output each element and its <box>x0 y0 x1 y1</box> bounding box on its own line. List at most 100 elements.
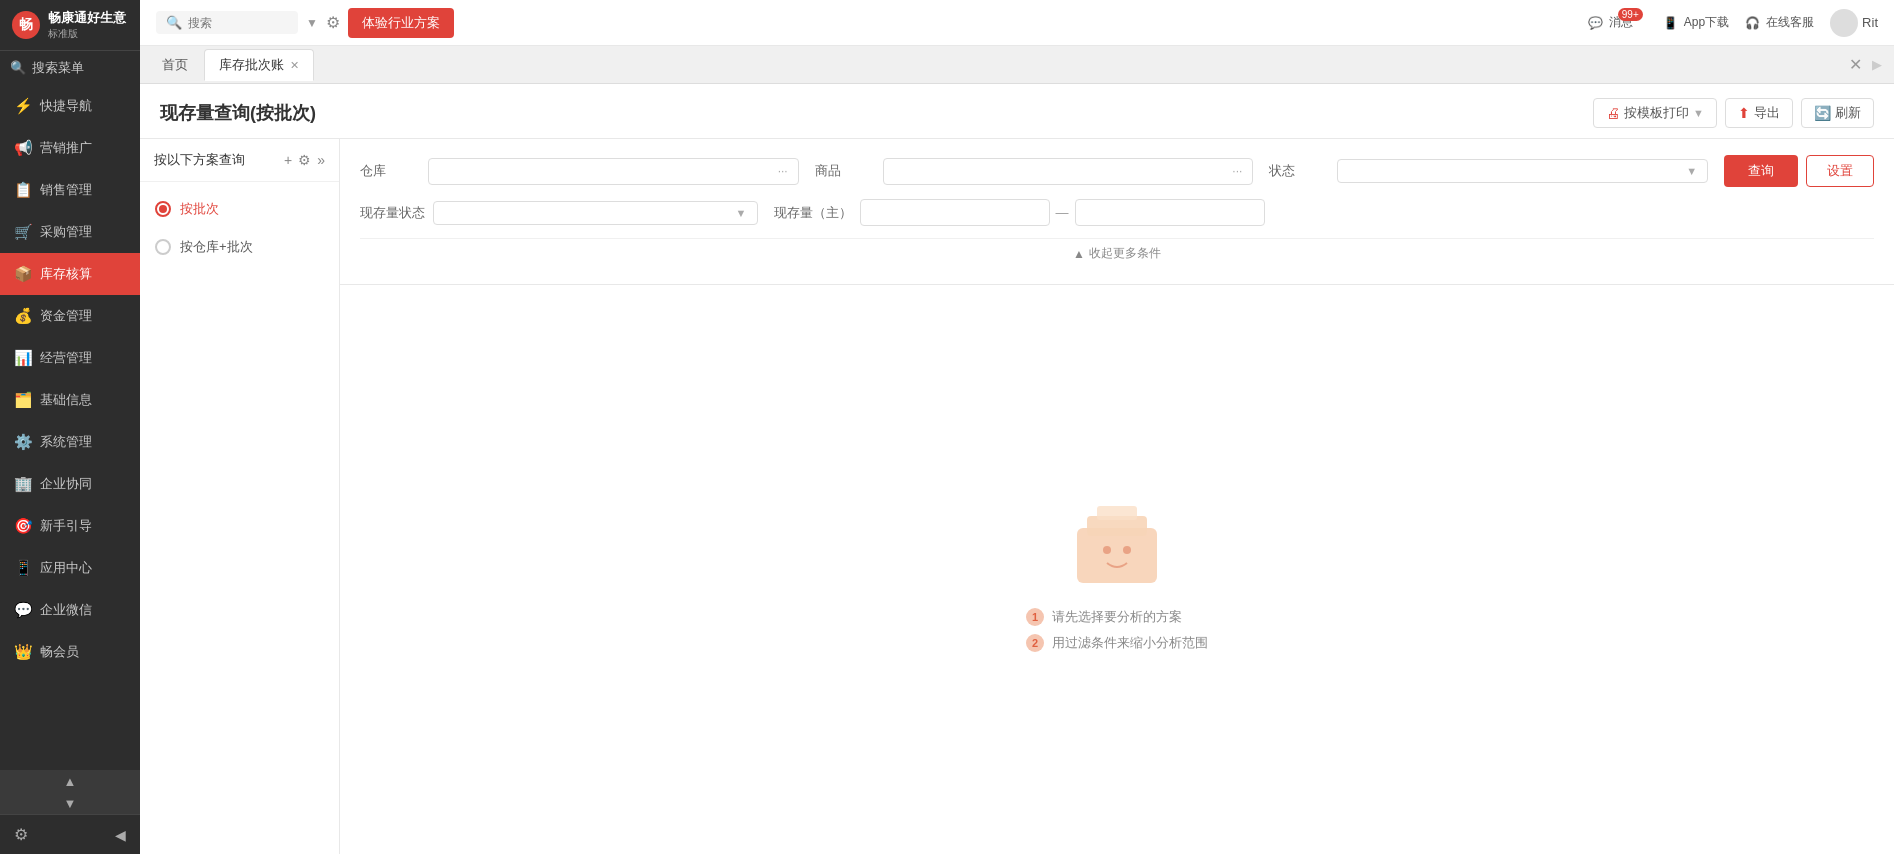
warehouse-input[interactable]: ··· <box>428 158 799 185</box>
sidebar-scroll-up[interactable]: ▲ <box>0 770 140 792</box>
stock-qty-min-input[interactable] <box>860 199 1050 226</box>
stock-qty-max-input[interactable] <box>1075 199 1265 226</box>
filter-item-active-icon <box>154 200 172 218</box>
filter-item-by-batch[interactable]: 按批次 <box>140 190 339 228</box>
sidebar-scroll-down[interactable]: ▼ <box>0 792 140 814</box>
topbar-dropdown-arrow[interactable]: ▼ <box>306 16 318 30</box>
status-select[interactable]: ▼ <box>1337 159 1708 183</box>
stock-qty-range: — <box>860 199 1265 226</box>
results-area: 1 请先选择要分析的方案 2 用过滤条件来缩小分析范围 <box>340 285 1894 854</box>
sidebar-item-purchase[interactable]: 🛒 采购管理 <box>0 211 140 253</box>
query-row-2: 现存量状态 ▼ 现存量（主） <box>360 199 1874 226</box>
collapse-more-button[interactable]: ▲ 收起更多条件 <box>360 238 1874 268</box>
filter-item-by-warehouse-batch[interactable]: 按仓库+批次 <box>140 228 339 266</box>
sidebar-item-sales[interactable]: 📋 销售管理 <box>0 169 140 211</box>
sidebar-item-finance[interactable]: 💰 资金管理 <box>0 295 140 337</box>
sidebar-item-system[interactable]: ⚙️ 系统管理 <box>0 421 140 463</box>
hint-2-text: 用过滤条件来缩小分析范围 <box>1052 634 1208 652</box>
marketing-icon: 📢 <box>14 139 32 157</box>
content-area: 现存量查询(按批次) 🖨 按模板打印 ▼ ⬆ 导出 🔄 <box>140 84 1894 854</box>
sidebar-search[interactable]: 🔍 搜索菜单 <box>0 51 140 85</box>
print-button[interactable]: 🖨 按模板打印 ▼ <box>1593 98 1717 128</box>
print-dropdown-icon[interactable]: ▼ <box>1693 107 1704 119</box>
sidebar-header: 畅 畅康通好生意 标准版 <box>0 0 140 51</box>
settings-button[interactable]: 设置 <box>1806 155 1874 187</box>
status-select-arrow: ▼ <box>1686 165 1697 177</box>
nav-label: 经营管理 <box>40 349 92 367</box>
refresh-icon: 🔄 <box>1814 105 1831 121</box>
query-row-1: 仓库 ··· 商品 ··· <box>360 155 1874 187</box>
warehouse-field: 仓库 ··· <box>360 158 799 185</box>
export-button[interactable]: ⬆ 导出 <box>1725 98 1793 128</box>
tab-inventory-batch[interactable]: 库存批次账 ✕ <box>204 49 314 81</box>
messages-icon: 💬 <box>1588 16 1603 30</box>
topbar-search-box[interactable]: 🔍 <box>156 11 298 34</box>
warehouse-more-icon[interactable]: ··· <box>778 164 788 178</box>
topbar-search-input[interactable] <box>188 16 288 30</box>
filter-panel: 按以下方案查询 + ⚙ » 按批次 <box>140 139 340 854</box>
purchase-icon: 🛒 <box>14 223 32 241</box>
sidebar-item-appstore[interactable]: 📱 应用中心 <box>0 547 140 589</box>
panel-more-button[interactable]: ▶ <box>1868 53 1886 76</box>
tab-inventory-batch-label: 库存批次账 <box>219 56 284 74</box>
query-form: 仓库 ··· 商品 ··· <box>340 139 1894 285</box>
app-download-button[interactable]: 📱 App下载 <box>1663 14 1729 31</box>
product-input[interactable]: ··· <box>883 158 1254 185</box>
sidebar-collapse-button[interactable]: ◀ <box>115 827 126 843</box>
sidebar-nav: ⚡ 快捷导航 📢 营销推广 📋 销售管理 🛒 采购管理 📦 库存核算 💰 <box>0 85 140 770</box>
tab-inventory-batch-close[interactable]: ✕ <box>290 59 299 72</box>
app-logo: 畅 <box>12 11 40 39</box>
sidebar-item-operation[interactable]: 📊 经营管理 <box>0 337 140 379</box>
stock-qty-field: 现存量（主） — <box>774 199 1265 226</box>
nav-label: 库存核算 <box>40 265 92 283</box>
sidebar-item-member[interactable]: 👑 畅会员 <box>0 631 140 673</box>
query-button[interactable]: 查询 <box>1724 155 1798 187</box>
messages-button[interactable]: 💬 消息 99+ <box>1588 14 1633 31</box>
topbar-settings-icon[interactable]: ⚙ <box>326 13 340 32</box>
stock-qty-label: 现存量（主） <box>774 204 852 222</box>
product-input-field[interactable] <box>894 164 1227 179</box>
warehouse-input-field[interactable] <box>439 164 772 179</box>
sidebar-item-quick-nav[interactable]: ⚡ 快捷导航 <box>0 85 140 127</box>
sidebar-item-marketing[interactable]: 📢 营销推广 <box>0 127 140 169</box>
user-menu[interactable]: Rit <box>1830 9 1878 37</box>
refresh-button[interactable]: 🔄 刷新 <box>1801 98 1874 128</box>
trial-button[interactable]: 体验行业方案 <box>348 8 454 38</box>
tabbar: 首页 库存批次账 ✕ ✕ ▶ <box>140 46 1894 84</box>
tab-home[interactable]: 首页 <box>148 50 202 80</box>
empty-hint-2: 2 用过滤条件来缩小分析范围 <box>1026 634 1208 652</box>
sidebar-item-enterprise[interactable]: 🏢 企业协同 <box>0 463 140 505</box>
filter-collapse-button[interactable]: » <box>317 152 325 168</box>
nav-label: 资金管理 <box>40 307 92 325</box>
collapse-arrow-icon: ▲ <box>1073 247 1085 261</box>
app-download-icon: 📱 <box>1663 16 1678 30</box>
user-avatar <box>1830 9 1858 37</box>
topbar-right: 💬 消息 99+ 📱 App下载 🎧 在线客服 Rit <box>1588 9 1878 37</box>
product-field: 商品 ··· <box>815 158 1254 185</box>
stock-status-select[interactable]: ▼ <box>433 201 758 225</box>
filter-items: 按批次 按仓库+批次 <box>140 182 339 274</box>
sidebar-item-newbie[interactable]: 🎯 新手引导 <box>0 505 140 547</box>
product-more-icon[interactable]: ··· <box>1232 164 1242 178</box>
online-service-button[interactable]: 🎧 在线客服 <box>1745 14 1814 31</box>
filter-add-button[interactable]: + <box>284 152 292 168</box>
nav-label: 销售管理 <box>40 181 92 199</box>
stock-status-field: 现存量状态 ▼ <box>360 201 758 225</box>
query-buttons: 查询 设置 <box>1724 155 1874 187</box>
main-area: 🔍 ▼ ⚙ 体验行业方案 💬 消息 99+ 📱 App下载 🎧 <box>140 0 1894 854</box>
sidebar-item-wechat[interactable]: 💬 企业微信 <box>0 589 140 631</box>
finance-icon: 💰 <box>14 307 32 325</box>
sidebar-item-basic[interactable]: 🗂️ 基础信息 <box>0 379 140 421</box>
nav-label: 新手引导 <box>40 517 92 535</box>
system-icon: ⚙️ <box>14 433 32 451</box>
panel-close-button[interactable]: ✕ <box>1845 51 1866 78</box>
app-title: 畅康通好生意 标准版 <box>48 10 126 40</box>
filter-item-by-warehouse-batch-label: 按仓库+批次 <box>180 238 253 256</box>
topbar-search-icon: 🔍 <box>166 15 182 30</box>
filter-item-inactive-icon <box>154 238 172 256</box>
sidebar-item-inventory[interactable]: 📦 库存核算 <box>0 253 140 295</box>
sidebar-settings-icon[interactable]: ⚙ <box>14 825 28 844</box>
filter-settings-button[interactable]: ⚙ <box>298 152 311 168</box>
export-label: 导出 <box>1754 104 1780 122</box>
user-name: Rit <box>1862 15 1878 30</box>
